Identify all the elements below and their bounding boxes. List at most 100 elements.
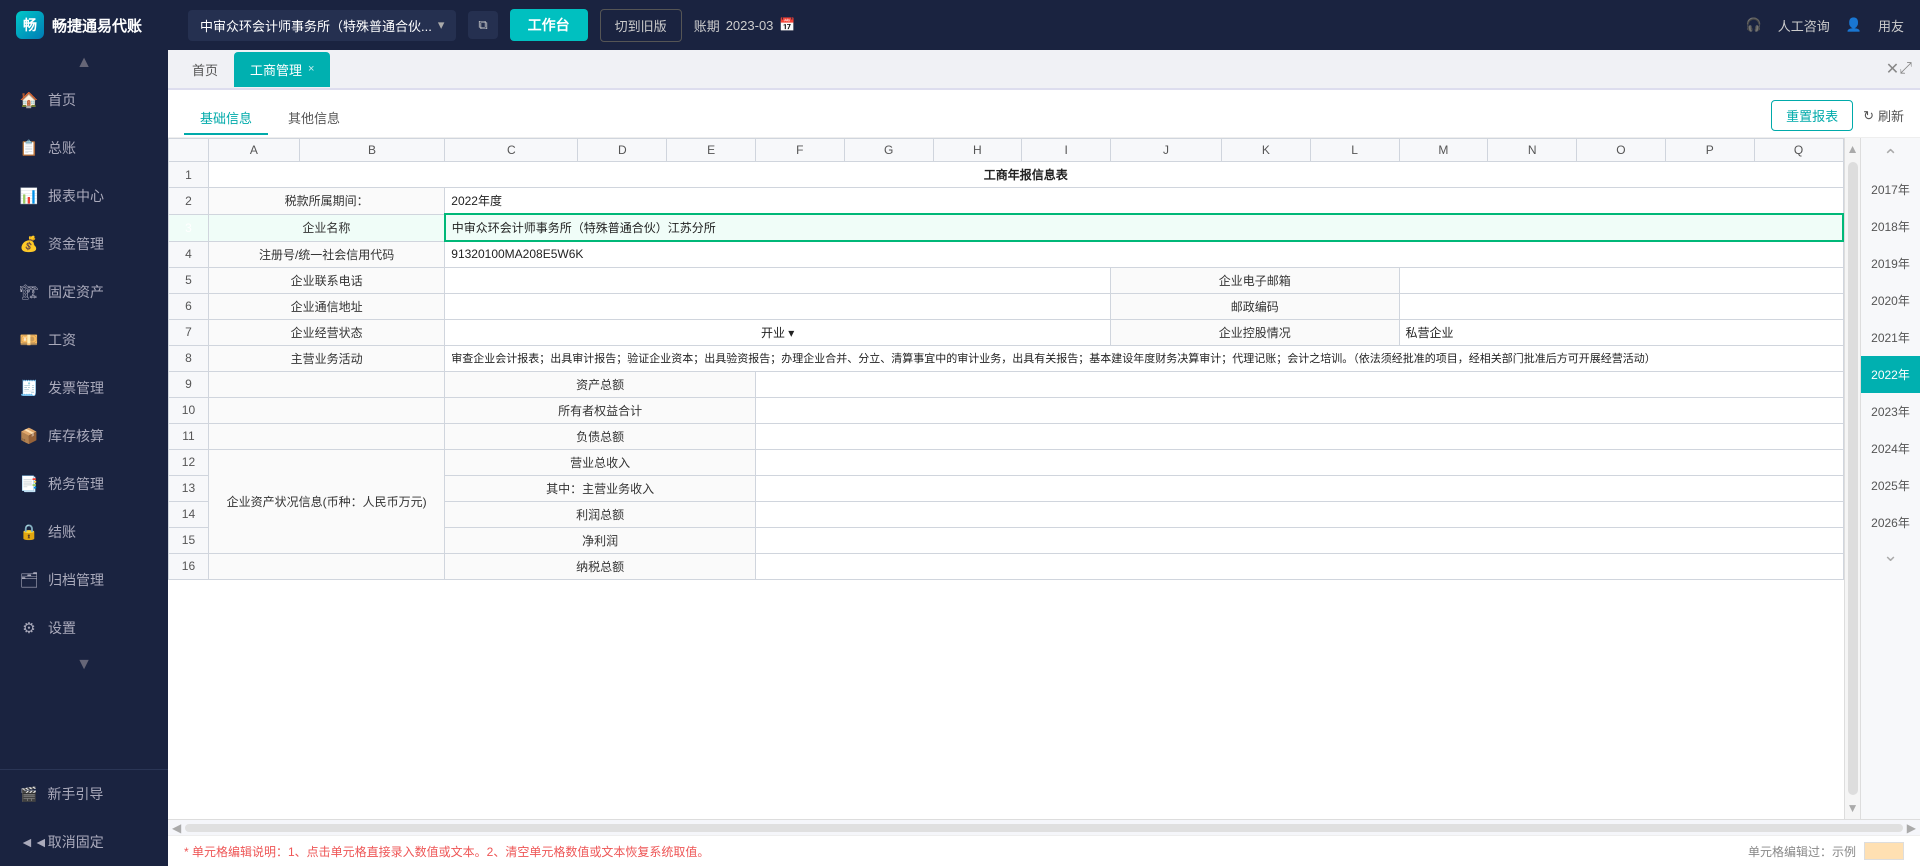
cell-net-profit[interactable] [755,527,1843,553]
year-2019[interactable]: 2019年 [1861,245,1920,282]
h-scrollbar[interactable]: ◀ ▶ [168,819,1920,835]
year-2022[interactable]: 2022年 [1861,356,1920,393]
row-num-2: 2 [169,188,209,215]
tab-gongshang-label: 工商管理 [250,60,302,79]
year-2023[interactable]: 2023年 [1861,393,1920,430]
year-scroll-down[interactable]: ⌄ [1879,541,1902,570]
cell-company-name[interactable]: 中审众环会计师事务所（特殊普通合伙）江苏分所 [445,214,1843,241]
cell-title[interactable]: 工商年报信息表 [208,162,1843,188]
row-num-16: 16 [169,553,209,579]
sidebar-item-inventory[interactable]: 📦 库存核算 [0,412,168,460]
sidebar-item-invoice[interactable]: 🧾 发票管理 [0,364,168,412]
company-selector[interactable]: 中审众环会计师事务所（特殊普通合伙... ▾ [188,10,456,41]
spreadsheet-scroll[interactable]: A B C D E F G H I J K L [168,138,1844,819]
workbench-button[interactable]: 工作台 [510,9,588,41]
year-scroll-up[interactable]: ⌃ [1879,142,1902,171]
tab-close-icon[interactable]: × [308,63,314,75]
sidebar-unpin[interactable]: ◄◄取消固定 [0,818,168,866]
content-area: 首页 工商管理 × ✕ ⤢ 基础信息 其他信息 重置报表 ↻ 刷新 [168,50,1920,866]
copy-button[interactable]: ⧉ [468,11,497,39]
sidebar-item-archive[interactable]: 🗂 归档管理 [0,556,168,604]
cell-reg-code[interactable]: 91320100MA208E5W6K [445,241,1843,267]
table-row: 5 企业联系电话 企业电子邮箱 [169,267,1844,293]
year-2021[interactable]: 2021年 [1861,319,1920,356]
row-num-14: 14 [169,501,209,527]
settings-icon: ⚙ [20,619,38,637]
sidebar-item-tax[interactable]: 📑 税务管理 [0,460,168,508]
sidebar-scroll-down[interactable]: ▼ [0,652,168,678]
consult-button[interactable]: 人工咨询 [1778,16,1830,35]
cell-debt-label: 负债总额 [445,423,756,449]
tab-gongshang[interactable]: 工商管理 × [234,52,330,87]
year-2025[interactable]: 2025年 [1861,467,1920,504]
switch-old-button[interactable]: 切到旧版 [600,9,682,42]
sidebar-item-assets[interactable]: 🏗 固定资产 [0,268,168,316]
right-info: 单元格编辑过：示例 [1748,842,1904,860]
cell-biz-status[interactable]: 开业 ▾ [445,319,1111,345]
inventory-icon: 📦 [20,427,38,445]
cell-asset-info-label: 企业资产状况信息(币种：人民币万元) [208,449,444,553]
sidebar-new-guide[interactable]: 🎬 新手引导 [0,770,168,818]
tab-home[interactable]: 首页 [176,52,234,87]
row-num-8: 8 [169,345,209,371]
window-close-button[interactable]: ✕ [1886,59,1899,79]
sidebar-label-assets: 固定资产 [48,282,104,302]
row-num-15: 15 [169,527,209,553]
cell-2-value[interactable]: 2022年度 [445,188,1843,215]
scroll-thumb[interactable] [1848,162,1858,795]
chevron-down-icon: ▾ [438,17,445,33]
cell-zip[interactable] [1399,293,1843,319]
sidebar-item-home[interactable]: 🏠 首页 [0,76,168,124]
cell-main-revenue[interactable] [755,475,1843,501]
calendar-icon[interactable]: 📅 [779,17,795,33]
cell-equity[interactable] [755,397,1843,423]
cell-7-label: 企业经营状态 [208,319,444,345]
consult-icon: 🎧 [1746,17,1762,33]
cell-2-label: 税款所属期间： [208,188,444,215]
sidebar-label-salary: 工资 [48,330,76,350]
cell-assets[interactable] [755,371,1843,397]
year-2026[interactable]: 2026年 [1861,504,1920,541]
cell-profit-total[interactable] [755,501,1843,527]
year-2017[interactable]: 2017年 [1861,171,1920,208]
cell-revenue[interactable] [755,449,1843,475]
cell-profit-total-label: 利润总额 [445,501,756,527]
cell-main-biz[interactable]: 审查企业会计报表；出具审计报告；验证企业资本；出具验资报告；办理企业合并、分立、… [445,345,1843,371]
period-info: 账期 2023-03 📅 [694,16,796,35]
year-2024[interactable]: 2024年 [1861,430,1920,467]
corner-cell [169,139,209,162]
table-row: 6 企业通信地址 邮政编码 [169,293,1844,319]
sidebar-scroll-up[interactable]: ▲ [0,50,168,76]
sidebar-item-ledger[interactable]: 📋 总账 [0,124,168,172]
sidebar-item-closing[interactable]: 🔒 结账 [0,508,168,556]
sub-tab-basic[interactable]: 基础信息 [184,102,268,135]
user-avatar: 👤 [1846,17,1862,33]
reset-report-button[interactable]: 重置报表 [1771,100,1853,131]
col-n: N [1488,139,1577,162]
sub-tab-other[interactable]: 其他信息 [272,102,356,135]
spreadsheet-wrapper: A B C D E F G H I J K L [168,138,1920,819]
cell-debt[interactable] [755,423,1843,449]
sidebar-item-finance[interactable]: 💰 资金管理 [0,220,168,268]
sidebar-item-report[interactable]: 📊 报表中心 [0,172,168,220]
hscroll-right-arrow[interactable]: ▶ [1907,821,1916,835]
hscroll-track[interactable] [185,824,1903,832]
cell-tax-total[interactable] [755,553,1843,579]
cell-holding[interactable]: 私营企业 [1399,319,1843,345]
cell-main-revenue-label: 其中：主营业务收入 [445,475,756,501]
refresh-button[interactable]: ↻ 刷新 [1863,106,1904,125]
hscroll-left-arrow[interactable]: ◀ [172,821,181,835]
vertical-scrollbar[interactable]: ▲ ▼ [1844,138,1860,819]
user-label[interactable]: 用友 [1878,16,1904,35]
sidebar-item-salary[interactable]: 💴 工资 [0,316,168,364]
year-2020[interactable]: 2020年 [1861,282,1920,319]
cell-email[interactable] [1399,267,1843,293]
cell-address[interactable] [445,293,1111,319]
sidebar-item-settings[interactable]: ⚙ 设置 [0,604,168,652]
cell-16-left [208,553,444,579]
cell-phone[interactable] [445,267,1111,293]
window-expand-button[interactable]: ⤢ [1899,60,1912,78]
ledger-icon: 📋 [20,139,38,157]
cell-8-label: 主营业务活动 [208,345,444,371]
year-2018[interactable]: 2018年 [1861,208,1920,245]
